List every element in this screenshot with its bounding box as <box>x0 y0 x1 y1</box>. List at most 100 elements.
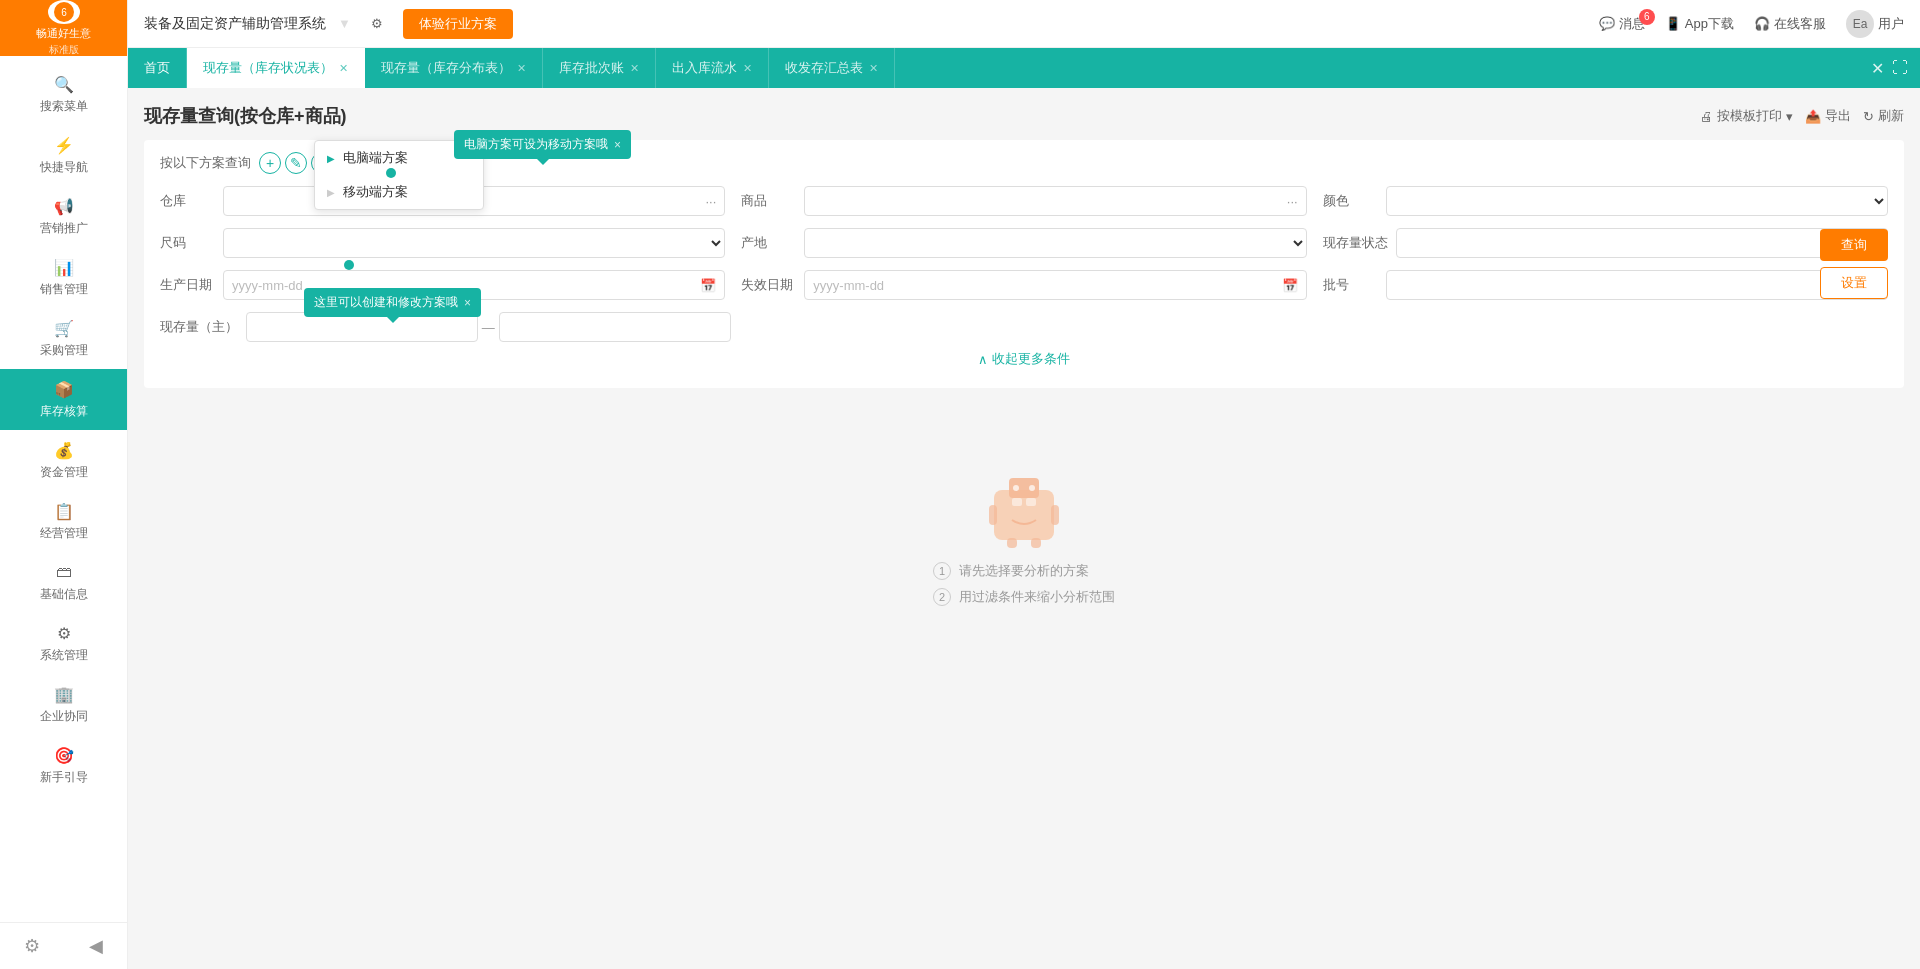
user-label: 用户 <box>1878 15 1904 33</box>
add-scheme-button[interactable]: + <box>259 152 281 174</box>
tab-inout[interactable]: 出入库流水 ✕ <box>656 48 769 88</box>
sidebar-nav: 🔍 搜索菜单 ⚡ 快捷导航 📢 营销推广 📊 销售管理 🛒 采购管理 📦 库存核… <box>0 56 127 922</box>
empty-state: 1 请先选择要分析的方案 2 用过滤条件来缩小分析范围 <box>144 400 1904 666</box>
app-download-item[interactable]: 📱 App下载 <box>1665 15 1734 33</box>
tab-inout-label: 出入库流水 <box>672 59 737 77</box>
filter-label: 按以下方案查询 <box>160 154 251 172</box>
tooltip-create-scheme: 这里可以创建和修改方案哦 × <box>304 288 481 317</box>
collapse-sidebar-icon[interactable]: ◀ <box>89 935 103 957</box>
sidebar-item-guide[interactable]: 🎯 新手引导 <box>0 735 127 796</box>
app-download-label: App下载 <box>1685 15 1734 33</box>
sidebar-label-system: 系统管理 <box>40 647 88 664</box>
tab-inventory-dist-label: 现存量（库存分布表） <box>381 59 511 77</box>
sidebar-item-system[interactable]: ⚙ 系统管理 <box>0 613 127 674</box>
collapse-label: 收起更多条件 <box>992 350 1070 368</box>
batch-no-label: 批号 <box>1323 276 1378 294</box>
size-select[interactable] <box>223 228 725 258</box>
tooltip2-text: 这里可以创建和修改方案哦 <box>314 294 458 311</box>
topbar-divider: ▼ <box>338 16 351 31</box>
tab-home[interactable]: 首页 <box>128 48 187 88</box>
goods-label: 商品 <box>741 192 796 210</box>
mobile-scheme-item[interactable]: ▶ 移动端方案 <box>315 175 483 209</box>
triangle-icon2: ▶ <box>327 187 335 198</box>
filter-row-2: 尺码 产地 现存量状态 <box>160 228 1888 258</box>
sidebar-item-basic[interactable]: 🗃 基础信息 <box>0 552 127 613</box>
origin-select[interactable] <box>804 228 1306 258</box>
svg-rect-9 <box>1051 505 1059 525</box>
tab-inout-close[interactable]: ✕ <box>743 62 752 75</box>
batch-no-input[interactable] <box>1386 270 1888 300</box>
user-item[interactable]: Ea 用户 <box>1846 10 1904 38</box>
tab-inventory-status[interactable]: 现存量（库存状况表） ✕ <box>187 48 365 88</box>
tab-summary-close[interactable]: ✕ <box>869 62 878 75</box>
refresh-button[interactable]: ↻ 刷新 <box>1863 107 1904 125</box>
template-print-button[interactable]: 🖨 按模板打印 ▾ <box>1700 107 1793 125</box>
tab-actions: ✕ ⛶ <box>1859 59 1920 78</box>
message-item[interactable]: 💬 消息 6 <box>1599 15 1645 33</box>
search-icon: 🔍 <box>54 74 74 94</box>
stock-qty-max-input[interactable] <box>499 312 731 342</box>
tab-inventory-dist-close[interactable]: ✕ <box>517 62 526 75</box>
origin-field: 产地 <box>741 228 1306 258</box>
pc-scheme-label: 电脑端方案 <box>343 149 408 167</box>
svg-rect-10 <box>1007 538 1017 548</box>
sidebar-item-sales[interactable]: 📊 销售管理 <box>0 247 127 308</box>
sidebar-label-finance: 资金管理 <box>40 464 88 481</box>
page-title: 现存量查询(按仓库+商品) <box>144 104 347 128</box>
mobile-scheme-label: 移动端方案 <box>343 183 408 201</box>
set-button[interactable]: 设置 <box>1820 267 1888 299</box>
tooltip2-close[interactable]: × <box>464 296 471 310</box>
sidebar-item-enterprise[interactable]: 🏢 企业协同 <box>0 674 127 735</box>
stock-status-field: 现存量状态 <box>1323 228 1888 258</box>
settings-footer-icon[interactable]: ⚙ <box>24 935 40 957</box>
origin-label: 产地 <box>741 234 796 252</box>
empty-tips: 1 请先选择要分析的方案 2 用过滤条件来缩小分析范围 <box>933 562 1115 606</box>
tab-inventory-dist[interactable]: 现存量（库存分布表） ✕ <box>365 48 543 88</box>
tooltip-pc-scheme: 电脑方案可设为移动方案哦 × <box>454 130 631 159</box>
production-date-label: 生产日期 <box>160 276 215 294</box>
tab-summary[interactable]: 收发存汇总表 ✕ <box>769 48 895 88</box>
stock-status-select[interactable] <box>1396 228 1888 258</box>
tab-fullscreen-icon[interactable]: ⛶ <box>1892 59 1908 77</box>
empty-tip-2: 2 用过滤条件来缩小分析范围 <box>933 588 1115 606</box>
sidebar-item-finance[interactable]: 💰 资金管理 <box>0 430 127 491</box>
system-title: 装备及固定资产辅助管理系统 <box>144 15 326 33</box>
tab-inventory-status-close[interactable]: ✕ <box>339 62 348 75</box>
online-service-label: 在线客服 <box>1774 15 1826 33</box>
sidebar-item-purchase[interactable]: 🛒 采购管理 <box>0 308 127 369</box>
tab-batch-label: 库存批次账 <box>559 59 624 77</box>
tab-close-all-icon[interactable]: ✕ <box>1871 59 1884 78</box>
goods-input[interactable]: ··· <box>804 186 1306 216</box>
color-select[interactable] <box>1386 186 1888 216</box>
tab-batch-close[interactable]: ✕ <box>630 62 639 75</box>
goods-dots: ··· <box>1287 194 1298 209</box>
sidebar-label-quick: 快捷导航 <box>40 159 88 176</box>
add-icon: + <box>266 155 274 171</box>
expiry-date-input[interactable]: yyyy-mm-dd 📅 <box>804 270 1306 300</box>
query-buttons: 查询 设置 <box>1820 229 1888 299</box>
enterprise-icon: 🏢 <box>54 684 74 704</box>
experience-button[interactable]: 体验行业方案 <box>403 9 513 39</box>
sales-icon: 📊 <box>54 257 74 277</box>
tab-home-label: 首页 <box>144 59 170 77</box>
online-service-item[interactable]: 🎧 在线客服 <box>1754 15 1826 33</box>
expiry-date-label: 失效日期 <box>741 276 796 294</box>
settings-icon[interactable]: ⚙ <box>363 10 391 38</box>
tab-inventory-status-label: 现存量（库存状况表） <box>203 59 333 77</box>
sidebar-item-marketing[interactable]: 📢 营销推广 <box>0 186 127 247</box>
edit-scheme-button[interactable]: ✎ <box>285 152 307 174</box>
calendar-icon-2: 📅 <box>1282 278 1298 293</box>
empty-tip-1: 1 请先选择要分析的方案 <box>933 562 1115 580</box>
export-button[interactable]: 📤 导出 <box>1805 107 1851 125</box>
sidebar-item-quick[interactable]: ⚡ 快捷导航 <box>0 125 127 186</box>
query-button[interactable]: 查询 <box>1820 229 1888 261</box>
sidebar-label-sales: 销售管理 <box>40 281 88 298</box>
sidebar-item-inventory[interactable]: 📦 库存核算 <box>0 369 127 430</box>
tab-batch[interactable]: 库存批次账 ✕ <box>543 48 656 88</box>
sidebar-label-basic: 基础信息 <box>40 586 88 603</box>
tooltip1-close[interactable]: × <box>614 138 621 152</box>
sidebar-item-search[interactable]: 🔍 搜索菜单 <box>0 64 127 125</box>
collapse-button[interactable]: ∧ 收起更多条件 <box>160 342 1888 376</box>
production-date-placeholder: yyyy-mm-dd <box>232 278 303 293</box>
sidebar-item-operations[interactable]: 📋 经营管理 <box>0 491 127 552</box>
